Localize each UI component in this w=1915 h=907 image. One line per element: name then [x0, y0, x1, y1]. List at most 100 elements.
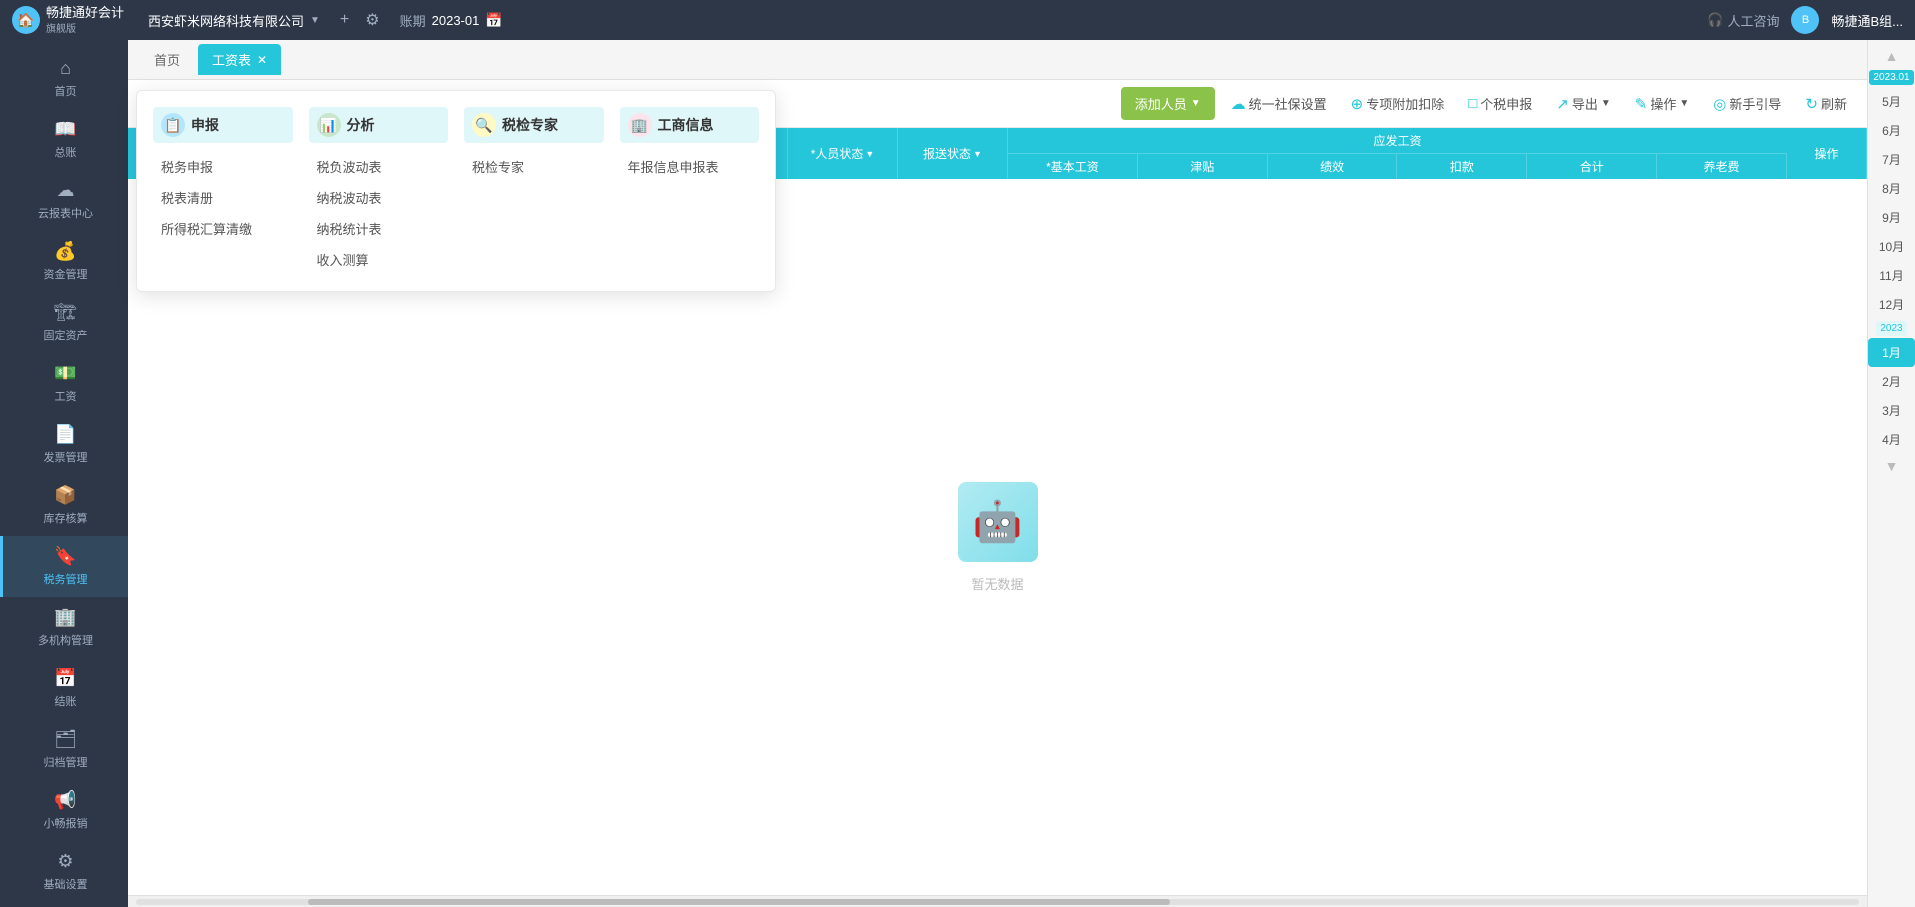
refresh-icon: ↻ [1805, 95, 1818, 113]
guide-button[interactable]: ◎ 新手引导 [1705, 90, 1789, 117]
special-deduction-icon: ⊕ [1351, 95, 1364, 113]
menu-item-income-estimate[interactable]: 收入测算 [309, 244, 449, 275]
xiaochang-icon: 📢 [54, 790, 76, 811]
gongshang-section-icon: 🏢 [628, 113, 652, 137]
operate-dropdown-icon: ▼ [1679, 98, 1689, 109]
th-salary-group: 应发工资 *基本工资 津贴 绩效 扣款 合计 [1008, 128, 1787, 179]
sidebar-item-fixed-assets[interactable]: 🏗 固定资产 [0, 292, 128, 353]
th-performance: 绩效 [1268, 154, 1398, 179]
tax-icon: 🔖 [54, 546, 76, 567]
sidebar-item-salary[interactable]: 💵 工资 [0, 353, 128, 414]
sidebar-item-archive[interactable]: 🗂 归档管理 [0, 719, 128, 780]
th-status: *人员状态 ▼ [788, 128, 898, 179]
cloud-icon: ☁ [57, 180, 75, 201]
timeline-month-9[interactable]: 9月 [1868, 203, 1915, 232]
timeline-nav-down[interactable]: ▼ [1881, 454, 1903, 478]
scroll-thumb[interactable] [308, 899, 1170, 905]
sidebar-item-cloud-report[interactable]: ☁ 云报表中心 [0, 170, 128, 231]
timeline-month-2[interactable]: 2月 [1868, 367, 1915, 396]
menu-item-tax-table[interactable]: 税表清册 [153, 182, 293, 213]
timeline-month-4[interactable]: 4月 [1868, 425, 1915, 454]
add-person-dropdown-icon: ▼ [1191, 98, 1201, 109]
timeline-month-1-active[interactable]: 1月 [1868, 338, 1915, 367]
scroll-track[interactable] [136, 899, 1859, 905]
timeline-month-11[interactable]: 11月 [1868, 261, 1915, 290]
fund-icon: 💰 [54, 241, 76, 262]
invoice-icon: 📄 [54, 424, 76, 445]
timeline-month-7[interactable]: 7月 [1868, 145, 1915, 174]
sidebar-item-ledger[interactable]: 📖 总账 [0, 109, 128, 170]
header-right: 🎧 人工咨询 B 畅捷通B组... [1707, 6, 1903, 34]
section-title-shuijian: 🔍 税检专家 [464, 107, 604, 143]
menu-item-tax-filing[interactable]: 税务申报 [153, 151, 293, 182]
sidebar-item-tax[interactable]: 🔖 税务管理 [0, 536, 128, 597]
export-dropdown-icon: ▼ [1601, 98, 1611, 109]
tab-salary-table[interactable]: 工资表 ✕ [198, 44, 281, 75]
sidebar: ⌂ 首页 📖 总账 ☁ 云报表中心 💰 资金管理 🏗 固定资产 💵 工资 📄 发… [0, 40, 128, 907]
sidebar-item-invoice[interactable]: 📄 发票管理 [0, 414, 128, 475]
bottom-scrollbar[interactable] [128, 895, 1867, 907]
period-calendar-icon[interactable]: 📅 [485, 12, 502, 29]
social-security-icon: ☁ [1231, 95, 1246, 113]
menu-item-tax-expert[interactable]: 税检专家 [464, 151, 604, 182]
menu-item-tax-stats[interactable]: 纳税统计表 [309, 213, 449, 244]
dropdown-section-shenbao: 📋 申报 税务申报 税表清册 所得税汇算清缴 [153, 107, 293, 275]
status-filter-icon[interactable]: ▼ [865, 149, 874, 159]
sidebar-item-settings[interactable]: ⚙ 基础设置 [0, 841, 128, 902]
service-button[interactable]: 🎧 人工咨询 [1707, 11, 1779, 30]
th-base-salary: *基本工资 [1008, 154, 1138, 179]
special-deduction-button[interactable]: ⊕ 专项附加扣除 [1343, 90, 1453, 117]
company-dropdown-icon: ▼ [310, 15, 320, 26]
timeline-month-6[interactable]: 6月 [1868, 116, 1915, 145]
section-title-gongshang: 🏢 工商信息 [620, 107, 760, 143]
operate-button[interactable]: ✎ 操作 ▼ [1627, 90, 1698, 117]
tab-home[interactable]: 首页 [140, 44, 194, 75]
social-security-button[interactable]: ☁ 统一社保设置 [1223, 90, 1335, 117]
timeline-month-10[interactable]: 10月 [1868, 232, 1915, 261]
timeline-year-badge: 2023.01 [1869, 70, 1913, 85]
company-selector[interactable]: 西安虾米网络科技有限公司 ▼ [148, 11, 320, 30]
add-person-button[interactable]: 添加人员 ▼ [1121, 87, 1215, 120]
logo-sub: 旗舰版 [46, 20, 124, 35]
sidebar-item-fund[interactable]: 💰 资金管理 [0, 231, 128, 292]
menu-item-tax-fluctuation[interactable]: 税负波动表 [309, 151, 449, 182]
timeline-nav-up[interactable]: ▲ [1881, 44, 1903, 68]
add-company-button[interactable]: + [336, 9, 353, 31]
menu-item-pay-fluctuation[interactable]: 纳税波动表 [309, 182, 449, 213]
sidebar-item-close[interactable]: 📅 结账 [0, 658, 128, 719]
sidebar-item-inventory[interactable]: 📦 库存核算 [0, 475, 128, 536]
sidebar-item-xiaochang[interactable]: 📢 小畅报销 [0, 780, 128, 841]
tab-close-icon[interactable]: ✕ [257, 53, 267, 67]
service-label: 人工咨询 [1727, 11, 1779, 30]
ledger-icon: 📖 [54, 119, 76, 140]
sidebar-item-home[interactable]: ⌂ 首页 [0, 48, 128, 109]
header-actions: + ⚙ [336, 8, 384, 32]
sidebar-item-multi-org[interactable]: 🏢 多机构管理 [0, 597, 128, 658]
timeline-month-8[interactable]: 8月 [1868, 174, 1915, 203]
company-name: 西安虾米网络科技有限公司 [148, 11, 304, 30]
timeline-month-5[interactable]: 5月 [1868, 87, 1915, 116]
home-icon: ⌂ [60, 58, 71, 79]
logo-area: 🏠 畅捷通好会计 旗舰版 [12, 5, 140, 36]
dropdown-grid: 📋 申报 税务申报 税表清册 所得税汇算清缴 📊 分析 税负波动表 [153, 107, 759, 275]
empty-icon: 🤖 [958, 482, 1038, 562]
dropdown-section-fenxi: 📊 分析 税负波动表 纳税波动表 纳税统计表 收入测算 [309, 107, 449, 275]
menu-item-income-tax-clearance[interactable]: 所得税汇算清缴 [153, 213, 293, 244]
menu-item-annual-report[interactable]: 年报信息申报表 [620, 151, 760, 182]
timeline-month-12[interactable]: 12月 [1868, 290, 1915, 319]
dropdown-menu: 📋 申报 税务申报 税表清册 所得税汇算清缴 📊 分析 税负波动表 [136, 90, 776, 292]
user-name: 畅捷通B组... [1831, 11, 1903, 30]
sidebar-item-newbie[interactable]: 🆕 新手引导 [0, 902, 128, 907]
export-icon: ↗ [1556, 95, 1569, 113]
export-button[interactable]: ↗ 导出 ▼ [1548, 90, 1619, 117]
tax-report-button[interactable]: □ 个税申报 [1460, 90, 1540, 117]
tab-bar: 首页 工资表 ✕ [128, 40, 1867, 80]
fenxi-section-icon: 📊 [317, 113, 341, 137]
th-report-status: 报送状态 ▼ [898, 128, 1008, 179]
report-filter-icon[interactable]: ▼ [973, 149, 982, 159]
salary-icon: 💵 [54, 363, 76, 384]
settings-button[interactable]: ⚙ [361, 8, 383, 32]
dropdown-section-shui-jian: 🔍 税检专家 税检专家 [464, 107, 604, 275]
timeline-month-3[interactable]: 3月 [1868, 396, 1915, 425]
refresh-button[interactable]: ↻ 刷新 [1797, 90, 1855, 117]
